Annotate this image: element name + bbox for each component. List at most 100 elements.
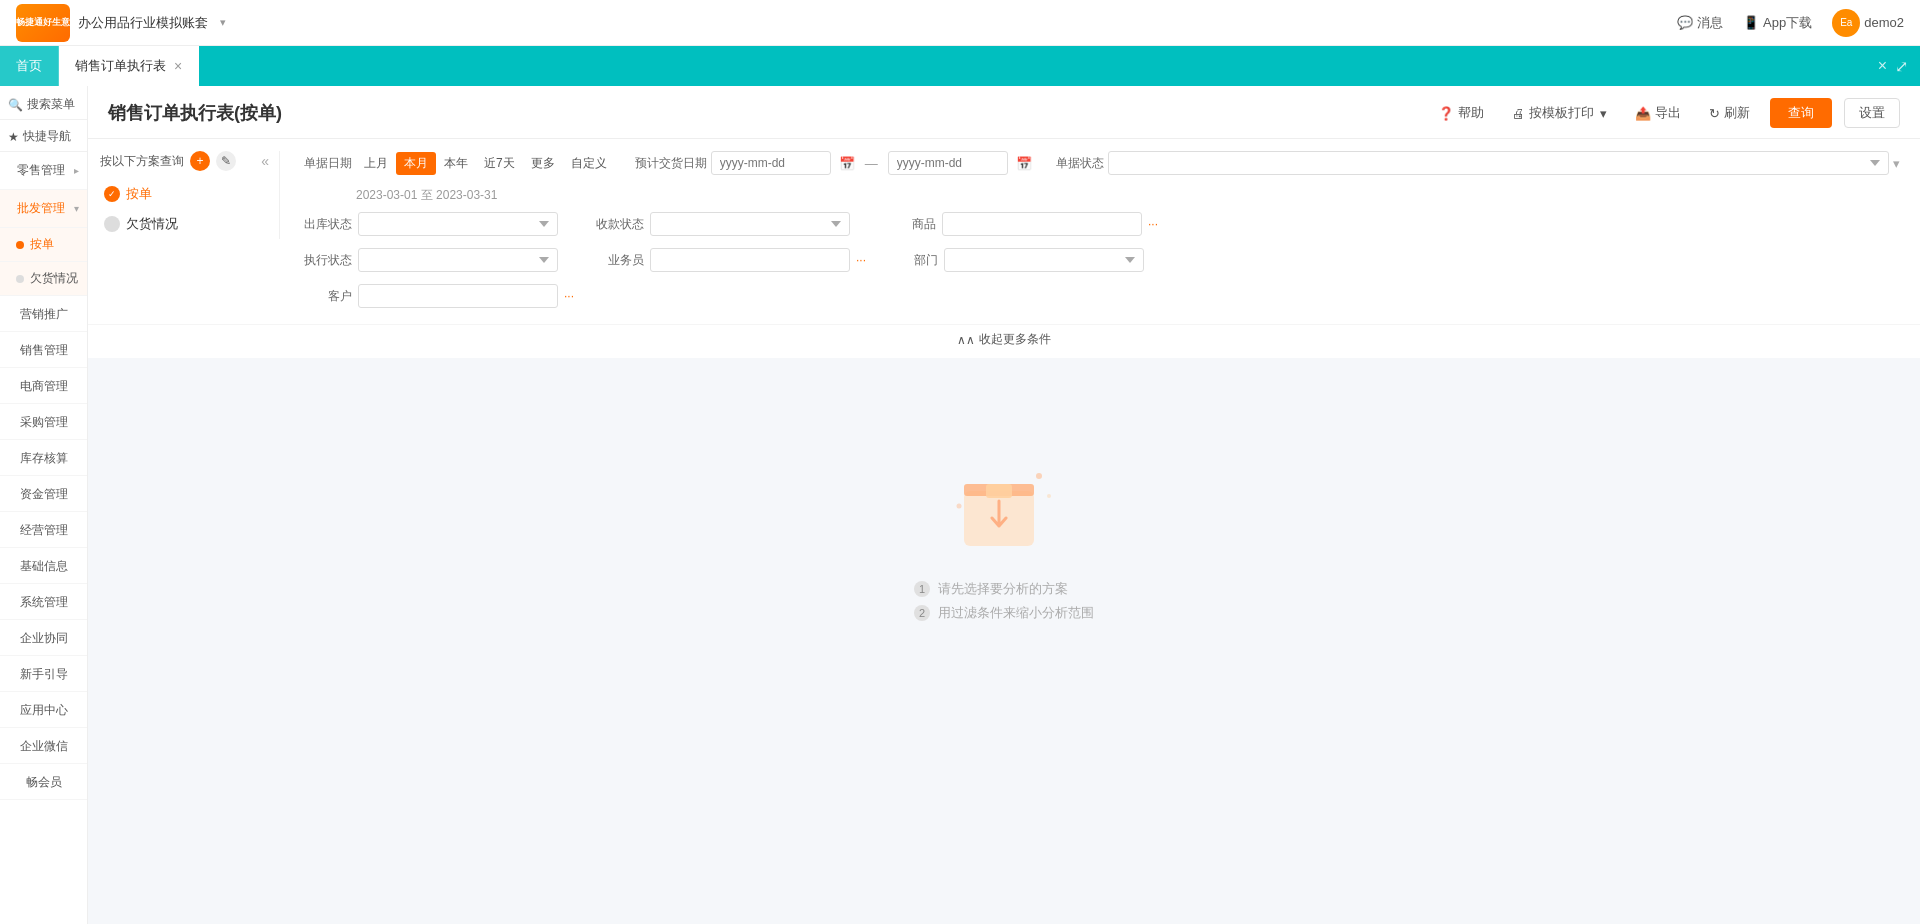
window-close-icon[interactable]: × <box>1878 57 1887 75</box>
empty-step-1: 1 请先选择要分析的方案 <box>914 580 1094 598</box>
sidebar: 🔍 搜索菜单 ★ 快捷导航 零售管理 ▸ 批发管理 ▾ 按单 欠货情况 <box>0 86 88 924</box>
filter-field-receipt: 收款状态 <box>584 212 864 236</box>
salesperson-input[interactable] <box>650 248 850 272</box>
sidebar-item-sales[interactable]: 销售管理 <box>0 332 87 368</box>
delivery-label: 出库状态 <box>292 216 352 233</box>
tab-home[interactable]: 首页 <box>0 46 59 86</box>
logo[interactable]: 畅捷通好生意 <box>16 4 70 42</box>
messages-btn[interactable]: 💬 消息 <box>1677 14 1723 32</box>
edit-scheme-btn[interactable]: ✎ <box>216 151 236 171</box>
sidebar-item-inventory[interactable]: 库存核算 <box>0 440 87 476</box>
preset-this-year[interactable]: 本年 <box>436 152 476 175</box>
dept-label: 部门 <box>878 252 938 269</box>
content-area: 销售订单执行表(按单) ❓ 帮助 🖨 按模板打印 ▾ 📤 导出 ↻ 刷新 <box>88 86 1920 924</box>
star-icon: ★ <box>8 130 19 144</box>
receipt-label: 收款状态 <box>584 216 644 233</box>
preset-custom[interactable]: 自定义 <box>563 152 615 175</box>
sidebar-item-marketing[interactable]: 营销推广 <box>0 296 87 332</box>
svg-point-4 <box>1047 494 1051 498</box>
tab-close-icon[interactable]: × <box>174 58 182 74</box>
sidebar-item-ecommerce[interactable]: 电商管理 <box>0 368 87 404</box>
dept-select[interactable] <box>944 248 1144 272</box>
sidebar-item-member[interactable]: 畅会员 <box>0 764 87 800</box>
preset-last-month[interactable]: 上月 <box>356 152 396 175</box>
delivery-select[interactable] <box>358 212 558 236</box>
exec-status-label: 执行状态 <box>292 252 352 269</box>
export-btn[interactable]: 📤 导出 <box>1627 100 1689 126</box>
filter-field-date: 单据日期 上月 本月 本年 近7天 更多 自定义 <box>292 152 615 175</box>
exec-status-select[interactable] <box>358 248 558 272</box>
message-icon: 💬 <box>1677 15 1693 30</box>
preset-7days[interactable]: 近7天 <box>476 152 523 175</box>
refresh-icon: ↻ <box>1709 106 1720 121</box>
preset-more[interactable]: 更多 <box>523 152 563 175</box>
sidebar-item-newbie[interactable]: 新手引导 <box>0 656 87 692</box>
sidebar-sub-item-orders[interactable]: 按单 <box>0 228 87 262</box>
search-icon: 🔍 <box>8 98 23 112</box>
goods-more-btn[interactable]: ··· <box>1148 217 1158 231</box>
customer-more-btn[interactable]: ··· <box>564 289 574 303</box>
filter-scheme-panel: 按以下方案查询 + ✎ « ✓ 按单 <box>100 151 280 239</box>
empty-step-2: 2 用过滤条件来缩小分析范围 <box>914 604 1094 622</box>
user-btn[interactable]: Ea demo2 <box>1832 9 1904 37</box>
tab-sales-exec[interactable]: 销售订单执行表 × <box>59 46 199 86</box>
search-btn[interactable]: 查询 <box>1770 98 1832 128</box>
app-download-btn[interactable]: 📱 App下载 <box>1743 14 1812 32</box>
refresh-btn[interactable]: ↻ 刷新 <box>1701 100 1758 126</box>
add-scheme-btn[interactable]: + <box>190 151 210 171</box>
collapse-btn[interactable]: ∧∧ 收起更多条件 <box>957 331 1051 348</box>
company-dropdown-icon[interactable]: ▾ <box>220 16 226 29</box>
preset-this-month[interactable]: 本月 <box>396 152 436 175</box>
print-icon: 🖨 <box>1512 106 1525 121</box>
sidebar-search[interactable]: 🔍 搜索菜单 <box>0 86 87 120</box>
empty-illustration <box>944 446 1064 556</box>
goods-input[interactable] <box>942 212 1142 236</box>
sidebar-item-apps[interactable]: 应用中心 <box>0 692 87 728</box>
window-expand-icon[interactable]: ⤢ <box>1895 57 1908 76</box>
sidebar-item-retail[interactable]: 零售管理 ▸ <box>0 152 87 190</box>
sidebar-item-wechat[interactable]: 企业微信 <box>0 728 87 764</box>
filter-field-customer: 客户 ··· <box>292 284 574 308</box>
sidebar-item-wholesale[interactable]: 批发管理 ▾ <box>0 190 87 228</box>
scheme-header-label: 按以下方案查询 <box>100 153 184 170</box>
company-title: 办公用品行业模拟账套 <box>78 14 208 32</box>
chevron-down-icon: ▾ <box>74 203 79 214</box>
doc-status-select[interactable] <box>1108 151 1889 175</box>
expected-date-label: 预计交货日期 <box>627 155 707 172</box>
receipt-select[interactable] <box>650 212 850 236</box>
sidebar-item-purchase[interactable]: 采购管理 <box>0 404 87 440</box>
scheme-item-debt[interactable]: 欠货情况 <box>100 209 269 239</box>
plus-icon: + <box>196 154 203 168</box>
expected-date-from[interactable] <box>711 151 831 175</box>
sidebar-sub-item-debt[interactable]: 欠货情况 <box>0 262 87 296</box>
page-title: 销售订单执行表(按单) <box>108 101 282 125</box>
edit-icon: ✎ <box>221 154 231 168</box>
filter-field-expected-date: 预计交货日期 📅 — 📅 <box>627 151 1032 175</box>
print-btn[interactable]: 🖨 按模板打印 ▾ <box>1504 100 1615 126</box>
sidebar-item-enterprise[interactable]: 企业协同 <box>0 620 87 656</box>
scheme-dot-active: ✓ <box>104 186 120 202</box>
scheme-dot-gray <box>104 216 120 232</box>
filter-field-delivery: 出库状态 <box>292 212 572 236</box>
settings-btn[interactable]: 设置 <box>1844 98 1900 128</box>
expected-date-to-icon[interactable]: 📅 <box>1016 156 1032 171</box>
customer-input[interactable] <box>358 284 558 308</box>
sidebar-quick-nav[interactable]: ★ 快捷导航 <box>0 120 87 152</box>
app-icon: 📱 <box>1743 15 1759 30</box>
expected-date-to[interactable] <box>888 151 1008 175</box>
salesperson-more-btn[interactable]: ··· <box>856 253 866 267</box>
sidebar-item-basic[interactable]: 基础信息 <box>0 548 87 584</box>
collapse-scheme-btn[interactable]: « <box>261 153 269 169</box>
scheme-item-byorder[interactable]: ✓ 按单 <box>100 179 269 209</box>
salesperson-label: 业务员 <box>584 252 644 269</box>
expected-date-from-icon[interactable]: 📅 <box>839 156 855 171</box>
sidebar-item-system[interactable]: 系统管理 <box>0 584 87 620</box>
customer-label: 客户 <box>292 288 352 305</box>
empty-steps-list: 1 请先选择要分析的方案 2 用过滤条件来缩小分析范围 <box>914 580 1094 628</box>
help-btn[interactable]: ❓ 帮助 <box>1430 100 1492 126</box>
sidebar-item-operation[interactable]: 经营管理 <box>0 512 87 548</box>
filter-row-3: 执行状态 业务员 ··· 部门 <box>292 248 1900 272</box>
dot-icon <box>16 241 24 249</box>
sidebar-item-finance[interactable]: 资金管理 <box>0 476 87 512</box>
dot-gray-icon <box>16 275 24 283</box>
